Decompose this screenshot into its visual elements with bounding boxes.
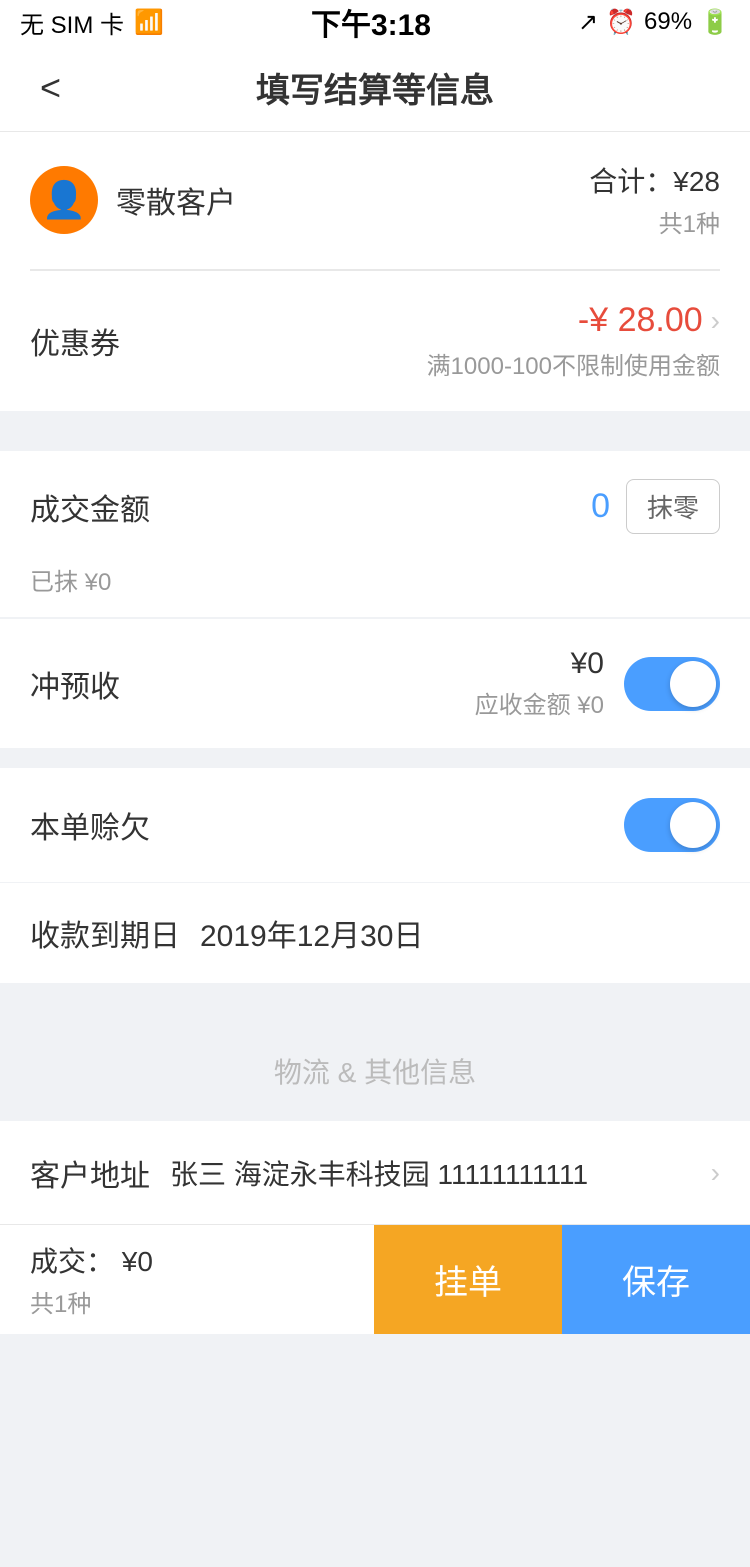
bottom-count-label: 共1种: [30, 1284, 344, 1319]
bottom-deal-label: 成交： ¥0: [30, 1240, 344, 1280]
address-section: 客户地址 张三 海淀永丰科技园 11111111111 ›: [0, 1119, 750, 1227]
deal-section: 成交金额 0 抹零 已抹 ¥0 冲预收 ¥0 应收金额 ¥0: [0, 451, 750, 748]
customer-total: 合计：¥28: [589, 160, 720, 200]
credit-section: 本单赊欠 收款到期日 2019年12月30日: [0, 768, 750, 983]
customer-summary: 合计：¥28 共1种: [589, 160, 720, 239]
battery-label: 69%: [644, 8, 692, 36]
advance-toggle[interactable]: [624, 657, 720, 711]
back-button[interactable]: <: [30, 57, 71, 119]
pending-button[interactable]: 挂单: [374, 1225, 562, 1334]
coupon-right: -¥ 28.00 › 满1000-100不限制使用金额: [427, 301, 720, 381]
credit-label: 本单赊欠: [30, 803, 150, 847]
customer-avatar: 👤: [30, 166, 98, 234]
address-value: 张三 海淀永丰科技园 11111111111: [170, 1153, 711, 1193]
address-chevron-icon: ›: [711, 1157, 720, 1189]
advance-subtext: 应收金额 ¥0: [475, 685, 604, 720]
status-right: ↗ ⏰ 69% 🔋: [578, 8, 730, 37]
advance-row: 冲预收 ¥0 应收金额 ¥0: [0, 619, 750, 748]
main-content: 👤 零散客户 合计：¥28 共1种 优惠券 -¥ 28.00 › 满1000-1…: [0, 132, 750, 1567]
logistics-header: 物流 & 其他信息: [0, 1023, 750, 1119]
customer-row: 👤 零散客户 合计：¥28 共1种: [0, 132, 750, 267]
gap-2: [0, 748, 750, 768]
coupon-label: 优惠券: [30, 319, 120, 363]
bottom-info: 成交： ¥0 共1种: [0, 1225, 374, 1334]
credit-toggle[interactable]: [624, 798, 720, 852]
battery-icon: 🔋: [700, 8, 730, 37]
due-date-value: 2019年12月30日: [200, 911, 423, 955]
deal-amount-row: 成交金额 0 抹零: [0, 451, 750, 562]
due-date-label: 收款到期日: [30, 911, 180, 955]
deal-value[interactable]: 0: [591, 487, 610, 526]
wifi-icon: 📶: [134, 8, 164, 37]
deal-amount-label: 成交金额: [30, 485, 150, 529]
customer-count: 共1种: [589, 204, 720, 239]
customer-name: 零散客户: [116, 178, 236, 222]
round-zero-button[interactable]: 抹零: [626, 479, 720, 534]
address-row[interactable]: 客户地址 张三 海淀永丰科技园 11111111111 ›: [0, 1121, 750, 1225]
status-left: 无 SIM 卡 📶: [20, 5, 164, 40]
deal-input-area: 0 抹零: [591, 479, 720, 534]
advance-label: 冲预收: [30, 662, 120, 706]
address-label: 客户地址: [30, 1151, 150, 1195]
gap-1: [0, 431, 750, 451]
coupon-chevron-icon: ›: [711, 305, 720, 337]
page-title: 填写结算等信息: [256, 63, 494, 112]
advance-value: ¥0: [475, 647, 604, 681]
status-time: 下午3:18: [311, 0, 431, 44]
save-button[interactable]: 保存: [562, 1225, 750, 1334]
sim-label: 无 SIM 卡: [20, 5, 124, 40]
gap-3: [0, 1003, 750, 1023]
logistics-title: 物流 & 其他信息: [274, 1057, 476, 1088]
advance-right: ¥0 应收金额 ¥0: [475, 647, 720, 720]
deal-subtext: 已抹 ¥0: [0, 562, 750, 617]
alarm-icon: ⏰: [606, 8, 636, 37]
coupon-value: -¥ 28.00: [578, 301, 703, 340]
coupon-subtext: 满1000-100不限制使用金额: [427, 346, 720, 381]
location-icon: ↗: [578, 8, 598, 37]
customer-section: 👤 零散客户 合计：¥28 共1种 优惠券 -¥ 28.00 › 满1000-1…: [0, 132, 750, 411]
nav-bar: < 填写结算等信息: [0, 44, 750, 132]
advance-amounts: ¥0 应收金额 ¥0: [475, 647, 604, 720]
coupon-row[interactable]: 优惠券 -¥ 28.00 › 满1000-100不限制使用金额: [0, 271, 750, 411]
avatar-icon: 👤: [42, 179, 87, 221]
status-bar: 无 SIM 卡 📶 下午3:18 ↗ ⏰ 69% 🔋: [0, 0, 750, 44]
bottom-bar: 成交： ¥0 共1种 挂单 保存: [0, 1224, 750, 1334]
due-date-row: 收款到期日 2019年12月30日: [0, 882, 750, 983]
credit-row: 本单赊欠: [0, 768, 750, 882]
customer-info: 👤 零散客户: [30, 166, 236, 234]
